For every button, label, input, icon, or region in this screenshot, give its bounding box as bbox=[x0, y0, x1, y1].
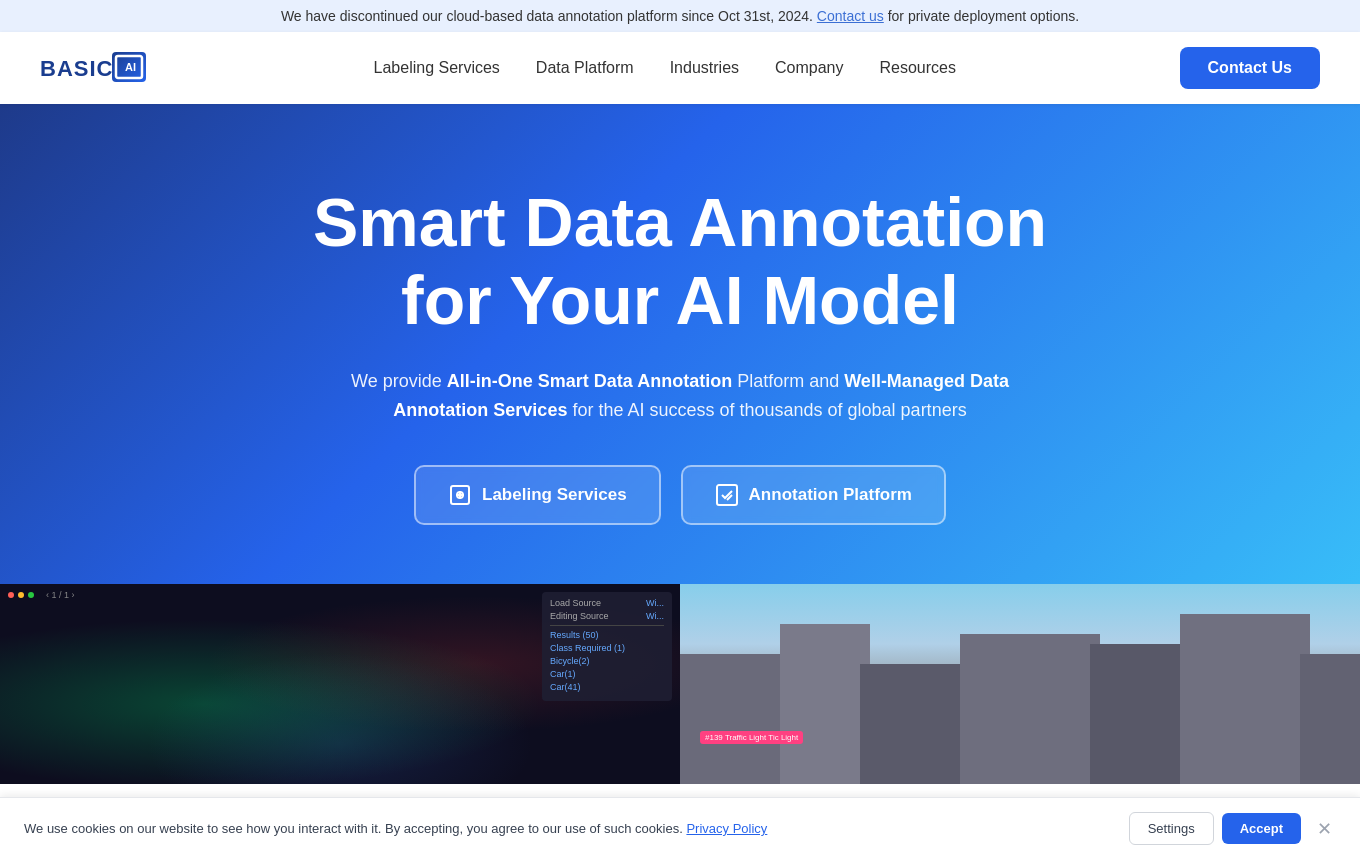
nav-item-platform[interactable]: Data Platform bbox=[536, 59, 634, 77]
toolbar-top: ‹ 1 / 1 › bbox=[8, 590, 75, 600]
dot-red bbox=[8, 592, 14, 598]
announcement-text: We have discontinued our cloud-based dat… bbox=[281, 8, 813, 24]
traffic-label: #139 Traffic Light Tic Light bbox=[700, 731, 803, 744]
logo-svg: BASIC AI bbox=[40, 50, 150, 86]
nav-item-company[interactable]: Company bbox=[775, 59, 843, 77]
dot-yellow bbox=[18, 592, 24, 598]
building-4 bbox=[960, 634, 1100, 784]
navigation: BASIC AI Labeling Services Data Platform… bbox=[0, 32, 1360, 104]
annotation-ui-preview: ‹ 1 / 1 › Load Source Wi... Editing Sour… bbox=[0, 584, 680, 784]
labeling-icon bbox=[448, 483, 472, 507]
announcement-bar: We have discontinued our cloud-based dat… bbox=[0, 0, 1360, 32]
hero-section: Smart Data Annotation for Your AI Model … bbox=[0, 104, 1360, 584]
panel-row-editing: Editing Source Wi... bbox=[550, 611, 664, 621]
nav-item-resources[interactable]: Resources bbox=[880, 59, 956, 77]
svg-text:BASIC: BASIC bbox=[40, 56, 113, 81]
building-5 bbox=[1090, 644, 1190, 784]
panel-row-car1: Car(1) bbox=[550, 669, 664, 679]
panel-row-load: Load Source Wi... bbox=[550, 598, 664, 608]
image-strip: ‹ 1 / 1 › Load Source Wi... Editing Sour… bbox=[0, 584, 1360, 784]
annotation-ui-bg: ‹ 1 / 1 › Load Source Wi... Editing Sour… bbox=[0, 584, 680, 784]
panel-row-class: Class Required (1) bbox=[550, 643, 664, 653]
city-bg: #139 Traffic Light Tic Light bbox=[680, 584, 1360, 784]
annotation-panel: Load Source Wi... Editing Source Wi... R… bbox=[542, 592, 672, 701]
panel-row-car2: Car(41) bbox=[550, 682, 664, 692]
labeling-services-button[interactable]: Labeling Services bbox=[414, 465, 661, 525]
panel-row-results: Results (50) bbox=[550, 630, 664, 640]
nav-links: Labeling Services Data Platform Industri… bbox=[374, 59, 956, 77]
hero-buttons: Labeling Services Annotation Platform bbox=[414, 465, 946, 525]
building-6 bbox=[1180, 614, 1310, 784]
panel-row-bicycle: Bicycle(2) bbox=[550, 656, 664, 666]
building-3 bbox=[860, 664, 970, 784]
annotation-icon bbox=[715, 483, 739, 507]
svg-text:AI: AI bbox=[125, 61, 136, 73]
announcement-link[interactable]: Contact us bbox=[817, 8, 884, 24]
city-preview: #139 Traffic Light Tic Light bbox=[680, 584, 1360, 784]
hero-heading: Smart Data Annotation for Your AI Model bbox=[313, 183, 1047, 339]
annotation-platform-button[interactable]: Annotation Platform bbox=[681, 465, 946, 525]
logo[interactable]: BASIC AI bbox=[40, 50, 150, 86]
nav-item-industries[interactable]: Industries bbox=[670, 59, 739, 77]
building-2 bbox=[780, 624, 870, 784]
announcement-suffix: for private deployment options. bbox=[888, 8, 1079, 24]
nav-item-labeling[interactable]: Labeling Services bbox=[374, 59, 500, 77]
nav-contact-button[interactable]: Contact Us bbox=[1180, 47, 1320, 89]
hero-description: We provide All-in-One Smart Data Annotat… bbox=[340, 367, 1020, 425]
page-indicator: ‹ 1 / 1 › bbox=[46, 590, 75, 600]
building-7 bbox=[1300, 654, 1360, 784]
dot-green bbox=[28, 592, 34, 598]
